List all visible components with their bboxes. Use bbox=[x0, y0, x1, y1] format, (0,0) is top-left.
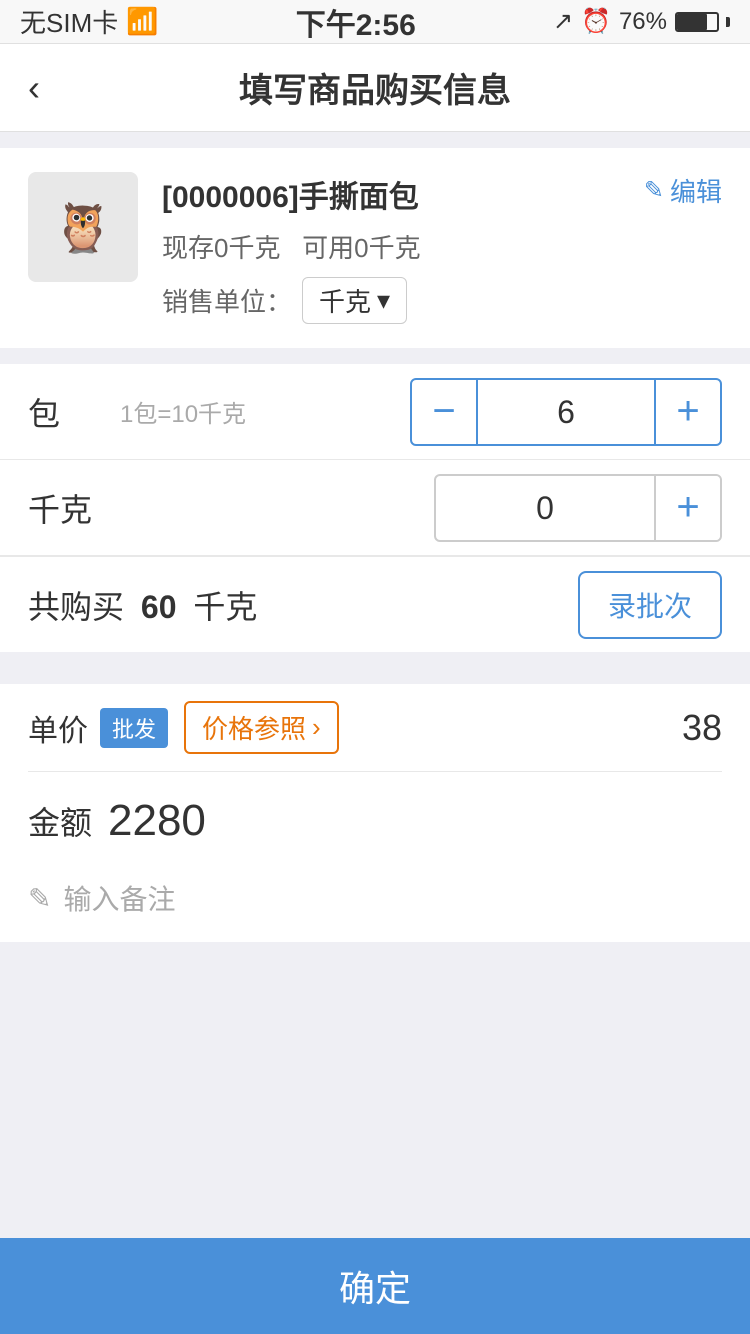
pack-input-section: 包 1包=10千克 − 6 + 千克 0 + bbox=[0, 364, 750, 556]
remark-icon: ✎ bbox=[28, 882, 51, 915]
edit-icon: ✎ bbox=[644, 176, 664, 205]
amount-row: 金额 2280 bbox=[28, 796, 722, 846]
kg-controls: 0 + bbox=[434, 474, 722, 542]
amount-label: 金额 bbox=[28, 798, 92, 844]
amount-value: 2280 bbox=[108, 796, 206, 846]
product-image: 🦉 bbox=[28, 172, 138, 282]
status-right: ↗ ⏰ 76% bbox=[553, 7, 730, 36]
page-title: 填写商品购买信息 bbox=[239, 63, 511, 112]
time-display: 下午2:56 bbox=[296, 0, 416, 44]
product-name: [0000006]手撕面包 bbox=[162, 172, 722, 216]
back-button[interactable]: ‹ bbox=[28, 67, 40, 109]
separator-1 bbox=[0, 348, 750, 364]
price-value: 38 bbox=[682, 707, 722, 749]
total-quantity: 60 bbox=[141, 589, 177, 625]
unit-select[interactable]: 千克 ▾ bbox=[302, 277, 407, 324]
batch-button[interactable]: 录批次 bbox=[578, 571, 722, 639]
carrier-text: 无SIM卡 bbox=[20, 3, 118, 40]
pack-input-row: 包 1包=10千克 − 6 + bbox=[0, 364, 750, 460]
product-info: [0000006]手撕面包 现存0千克 可用0千克 销售单位： 千克 ▾ bbox=[162, 172, 722, 324]
kg-input-row: 千克 0 + bbox=[0, 460, 750, 556]
total-text: 共购买 60 千克 bbox=[28, 582, 578, 628]
alarm-icon: ⏰ bbox=[581, 7, 611, 36]
bottom-spacer bbox=[0, 942, 750, 1062]
price-ref-button[interactable]: 价格参照 › bbox=[184, 701, 339, 754]
product-logo: 🦉 bbox=[53, 199, 113, 256]
total-row: 共购买 60 千克 录批次 bbox=[0, 556, 750, 652]
pack-plus-button[interactable]: + bbox=[656, 380, 720, 444]
pack-value[interactable]: 6 bbox=[476, 380, 656, 444]
battery-text: 76% bbox=[619, 8, 667, 36]
pack-minus-button[interactable]: − bbox=[412, 380, 476, 444]
price-section: 单价 批发 价格参照 › 38 bbox=[0, 684, 750, 772]
nav-bar: ‹ 填写商品购买信息 bbox=[0, 44, 750, 132]
pack-hint: 1包=10千克 bbox=[120, 394, 410, 429]
remark-placeholder: 输入备注 bbox=[63, 878, 175, 918]
pack-label: 包 bbox=[28, 389, 108, 435]
separator-2 bbox=[0, 652, 750, 668]
dropdown-icon: ▾ bbox=[377, 285, 390, 316]
kg-label: 千克 bbox=[28, 485, 108, 531]
status-bar: 无SIM卡 📶 下午2:56 ↗ ⏰ 76% bbox=[0, 0, 750, 44]
battery-tip bbox=[726, 17, 730, 27]
status-left: 无SIM卡 📶 bbox=[20, 3, 159, 40]
kg-value[interactable]: 0 bbox=[436, 476, 656, 540]
price-ref-icon: › bbox=[312, 712, 321, 743]
location-icon: ↗ bbox=[553, 7, 573, 36]
battery-icon bbox=[675, 12, 719, 32]
product-card: 🦉 [0000006]手撕面包 现存0千克 可用0千克 销售单位： 千克 ▾ ✎… bbox=[0, 148, 750, 348]
wifi-icon: 📶 bbox=[126, 6, 158, 37]
amount-section: 金额 2280 ✎ 输入备注 bbox=[0, 772, 750, 942]
confirm-button[interactable]: 确定 bbox=[0, 1238, 750, 1334]
edit-button[interactable]: ✎ 编辑 bbox=[644, 172, 722, 209]
product-stock: 现存0千克 可用0千克 bbox=[162, 228, 722, 265]
price-row: 单价 批发 价格参照 › 38 bbox=[28, 684, 722, 772]
product-unit: 销售单位： 千克 ▾ bbox=[162, 277, 722, 324]
price-label: 单价 bbox=[28, 706, 88, 750]
pack-controls: − 6 + bbox=[410, 378, 722, 446]
kg-qty-box: 0 + bbox=[434, 474, 722, 542]
price-tag: 批发 bbox=[100, 708, 168, 748]
remark-row[interactable]: ✎ 输入备注 bbox=[28, 862, 722, 942]
kg-plus-button[interactable]: + bbox=[656, 476, 720, 540]
pack-qty-box: − 6 + bbox=[410, 378, 722, 446]
